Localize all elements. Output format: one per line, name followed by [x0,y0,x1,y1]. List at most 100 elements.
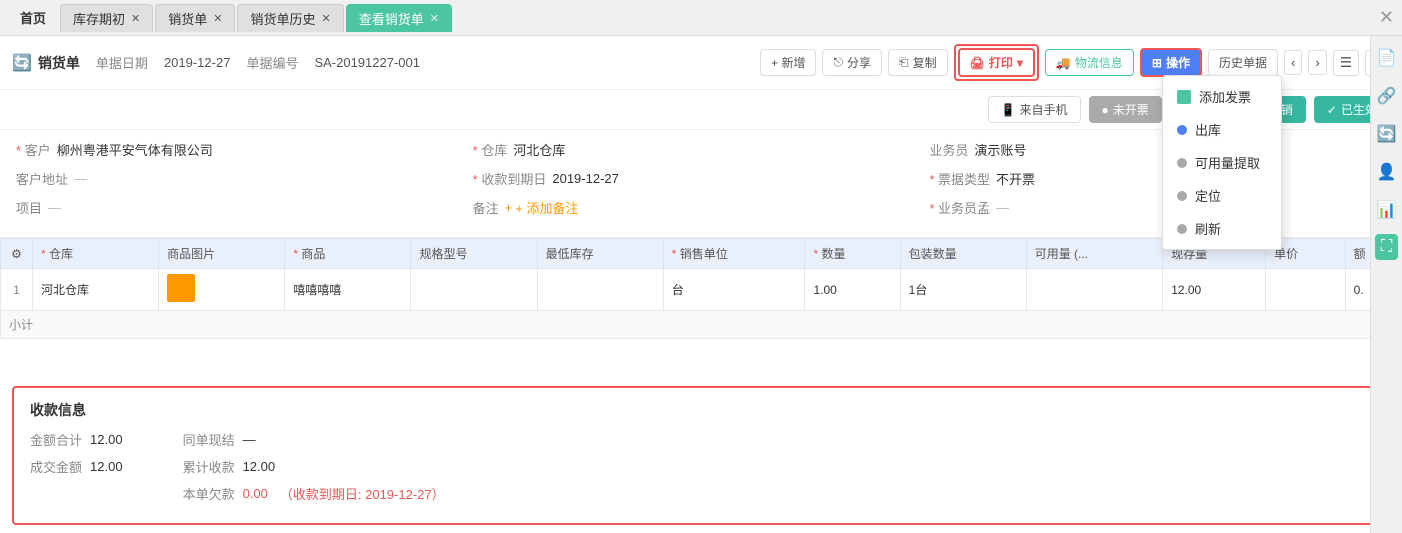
tab-inventory-close[interactable]: ✕ [131,12,140,25]
ticket-value: 不开票 [996,169,1035,188]
date-value: 2019-12-27 [164,55,231,70]
staff-field: 业务员 演示账号 [929,140,1386,159]
due-date-value: 2019-12-27 [552,171,619,186]
doc-title-text: 销货单 [38,53,80,73]
project-label: 项目 [16,198,42,217]
same-order-value: — [243,432,256,447]
add-invoice-item[interactable]: 添加发票 [1163,80,1281,113]
refresh-icon [1177,224,1187,234]
th-product: * 商品 [285,239,411,269]
row-unit-price [1266,269,1346,311]
prev-button[interactable]: ‹ [1284,50,1302,75]
refresh-label: 刷新 [1195,219,1221,238]
ticket-field: 票据类型 不开票 [929,169,1386,188]
print-button[interactable]: 🖨 打印 ▾ [958,48,1035,77]
customer-value: 柳州粤港平安气体有限公司 [57,140,213,159]
outbound-item[interactable]: 出库 [1163,113,1281,146]
refresh-item[interactable]: 刷新 [1163,212,1281,245]
table-row: 1 河北仓库 嘻嘻嘻嘻 台 1.00 1台 12.00 [1,269,1402,311]
payment-fields: 金额合计 12.00 成交金额 12.00 同单现结 — 累计收款 [30,430,1372,511]
sidebar-chart-icon[interactable]: 📊 [1373,196,1401,224]
ticket-label: 票据类型 [929,169,990,188]
print-button-highlight: 🖨 打印 ▾ [954,44,1039,81]
th-qty: * 数量 [805,239,900,269]
sidebar-doc-icon[interactable]: 📄 [1373,44,1401,72]
staff-label: 业务员 [929,140,968,159]
locate-item[interactable]: 定位 [1163,179,1281,212]
doc-icon: 🔄 [12,53,32,73]
not-open-button[interactable]: ● 未开票 [1089,96,1162,123]
copy-button[interactable]: ⎗ 复制 [888,49,948,76]
same-order-field: 同单现结 — [183,430,445,449]
add-invoice-label: 添加发票 [1199,87,1251,106]
from-phone-button[interactable]: 📱 来自手机 [988,96,1081,123]
row-min-stock [537,269,663,311]
total-received-value: 12.00 [243,459,276,474]
note-label: 备注 [473,198,499,217]
tab-home-label: 首页 [20,8,46,27]
locate-icon [1177,191,1187,201]
tab-sales-label: 销货单 [168,9,207,28]
list-view-button[interactable]: ☰ [1333,50,1359,76]
history-button[interactable]: 历史单据 [1208,49,1278,76]
tab-sales[interactable]: 销货单 ✕ [155,4,235,32]
address-value: — [74,171,87,186]
window-close-button[interactable]: ✕ [1379,7,1394,28]
staff-value: 演示账号 [974,140,1026,159]
outbound-label: 出库 [1195,120,1221,139]
warehouse-value: 河北仓库 [513,140,565,159]
total-received-field: 累计收款 12.00 [183,457,445,476]
sidebar-expand-icon[interactable]: ⛶ [1375,234,1398,260]
th-spec: 规格型号 [411,239,537,269]
customer-field: 客户 柳州粤港平安气体有限公司 [16,140,473,159]
payment-left-col: 金额合计 12.00 成交金额 12.00 [30,430,123,511]
th-settings[interactable]: ⚙ [1,239,33,269]
next-button[interactable]: › [1308,50,1326,75]
locate-label: 定位 [1195,186,1221,205]
tab-view-sales-close[interactable]: ✕ [430,12,439,25]
operate-button[interactable]: ⊞ 操作 [1140,48,1202,77]
th-warehouse: * 仓库 [33,239,159,269]
th-available: 可用量 (... [1026,239,1162,269]
tab-sales-history-label: 销货单历史 [250,9,315,28]
tab-sales-history-close[interactable]: ✕ [322,12,331,25]
add-icon: + [505,200,513,215]
check3-icon: ✓ [1327,103,1337,117]
row-sales-unit: 台 [663,269,805,311]
right-sidebar: 📄 🔗 🔄 👤 📊 ⛶ [1370,36,1402,533]
row-num: 1 [1,269,33,311]
row-product: 嘻嘻嘻嘻 [285,269,411,311]
share-button[interactable]: ⎋ 分享 [822,49,882,76]
tab-home[interactable]: 首页 [8,4,58,32]
copy-icon: ⎗ [899,55,909,70]
number-value: SA-20191227-001 [314,55,420,70]
tab-inventory[interactable]: 库存期初 ✕ [60,4,153,32]
add-invoice-icon [1177,90,1191,104]
available-pick-label: 可用量提取 [1195,153,1260,172]
new-button[interactable]: + 新增 [760,49,816,76]
tab-view-sales-label: 查看销货单 [359,9,424,28]
amount-total-field: 金额合计 12.00 [30,430,123,449]
tab-sales-close[interactable]: ✕ [213,12,222,25]
row-spec [411,269,537,311]
table-area: ⚙ * 仓库 商品图片 * 商品 规格型号 最低库存 * 销售单位 * 数量 包… [0,238,1402,378]
address-field: 客户地址 — [16,169,473,188]
tab-sales-history[interactable]: 销货单历史 ✕ [237,4,343,32]
add-note-button[interactable]: + + 添加备注 [505,198,579,217]
project-field: 项目 — [16,198,473,217]
logistics-button[interactable]: 🚚 物流信息 [1045,49,1134,76]
th-product-img: 商品图片 [159,239,285,269]
amount-total-label: 金额合计 [30,430,82,449]
sidebar-user-icon[interactable]: 👤 [1373,158,1401,186]
order-due-extra: （收款到期日: 2019-12-27） [280,484,445,503]
product-image [167,274,195,302]
tab-view-sales[interactable]: 查看销货单 ✕ [346,4,452,32]
sidebar-link-icon[interactable]: 🔗 [1373,82,1401,110]
sales-staff-field: 业务员孟 — [929,198,1386,217]
number-label: 单据编号 [246,53,298,72]
payment-info-panel: 收款信息 金额合计 12.00 成交金额 12.00 同单现结 — [12,386,1390,525]
doc-title-section: 🔄 销货单 [12,53,80,73]
available-pick-item[interactable]: 可用量提取 [1163,146,1281,179]
warehouse-label: 仓库 [473,140,508,159]
sidebar-refresh-icon[interactable]: 🔄 [1373,120,1401,148]
